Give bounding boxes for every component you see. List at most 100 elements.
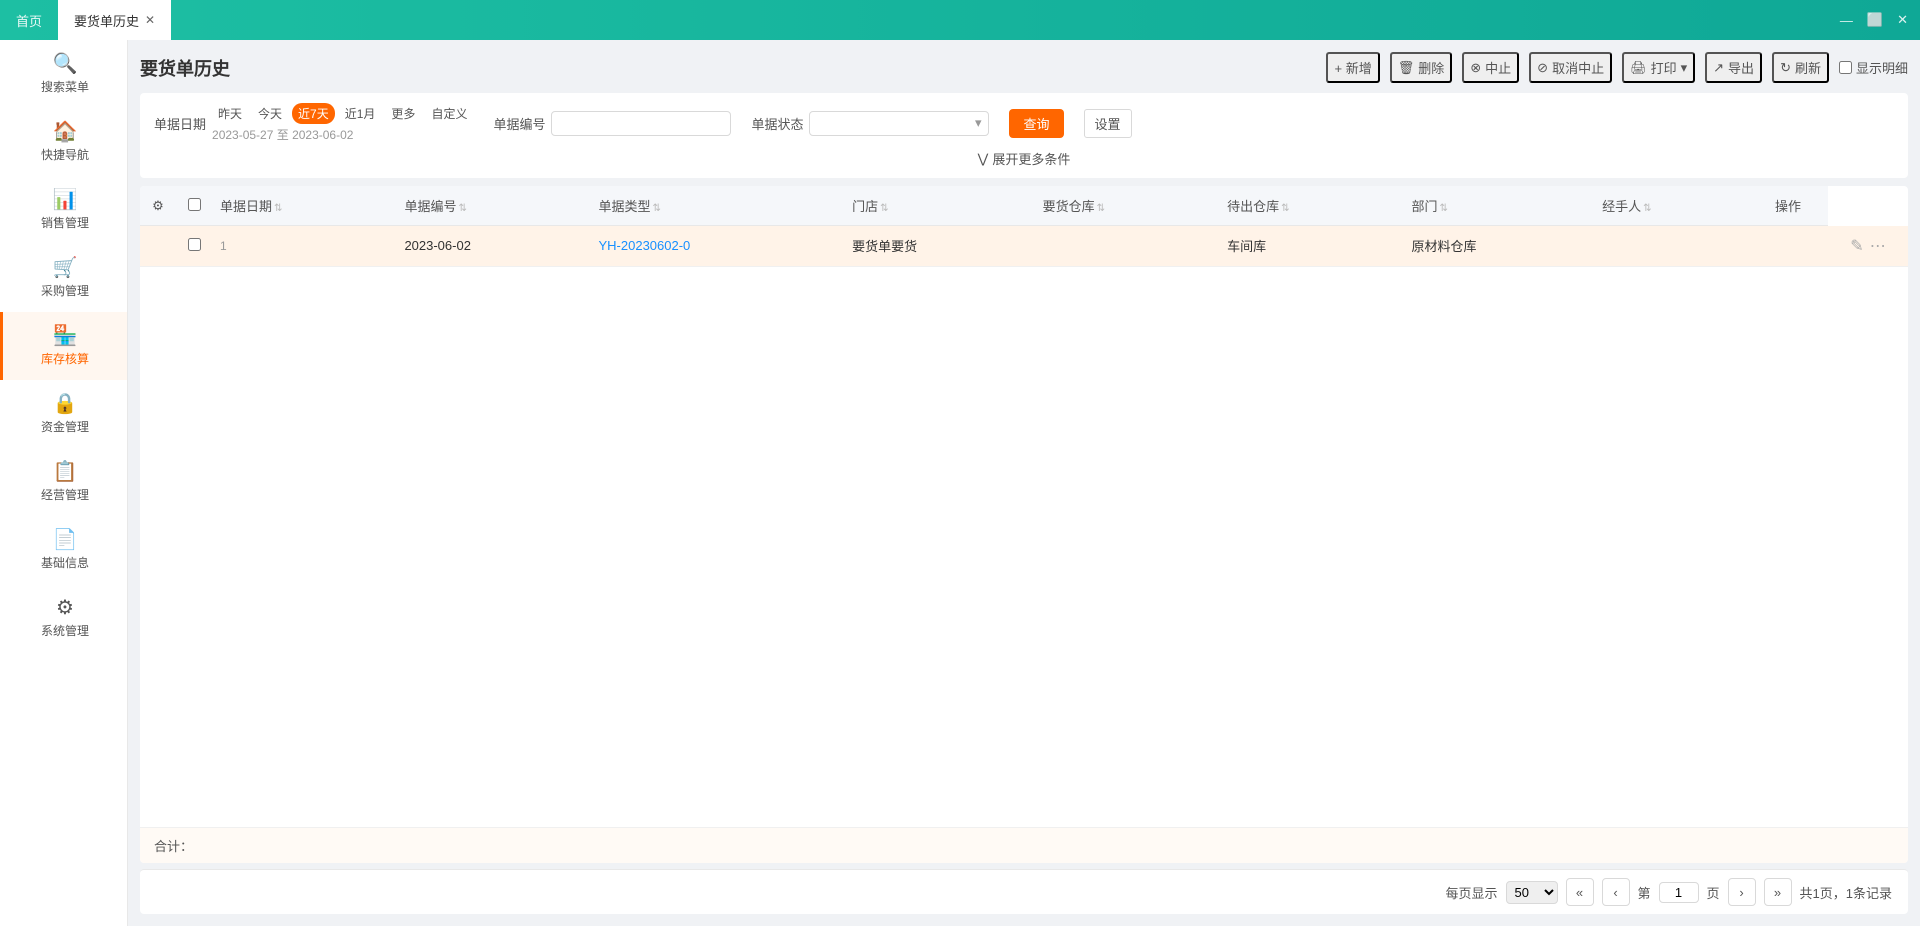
export-icon: ↗ — [1713, 60, 1724, 76]
sidebar-item-operation-label: 经营管理 — [41, 486, 89, 503]
row-doc-no[interactable]: YH-20230602-0 — [591, 226, 845, 267]
tab-close-icon[interactable]: ✕ — [145, 13, 155, 27]
col-doc-no[interactable]: 单据编号⇅ — [396, 186, 590, 226]
col-pending-warehouse[interactable]: 待出仓库⇅ — [1219, 186, 1403, 226]
sidebar-item-basic-label: 基础信息 — [41, 554, 89, 571]
display-detail-checkbox-input[interactable] — [1839, 61, 1852, 74]
doc-status-filter: 单据状态 — [751, 111, 989, 136]
row-department — [1594, 226, 1748, 267]
footer-total-label: 合计： — [154, 839, 193, 854]
col-store[interactable]: 门店⇅ — [844, 186, 1035, 226]
date-range-text: 2023-05-27 至 2023-06-02 — [212, 126, 473, 143]
col-doc-date[interactable]: 单据日期⇅ — [212, 186, 396, 226]
query-button[interactable]: 查询 — [1009, 109, 1063, 138]
tab-home[interactable]: 首页 — [0, 0, 58, 40]
sidebar-item-system[interactable]: ⚙ 系统管理 — [0, 584, 127, 652]
settings-button[interactable]: 设置 — [1084, 109, 1132, 138]
sidebar-item-basic[interactable]: 📄 基础信息 — [0, 516, 127, 584]
last-page-btn[interactable]: » — [1764, 878, 1792, 906]
col-doc-type[interactable]: 单据类型⇅ — [591, 186, 845, 226]
row-store — [1035, 226, 1219, 267]
system-icon: ⚙ — [56, 598, 74, 618]
sidebar-item-finance-label: 资金管理 — [41, 418, 89, 435]
per-page-select[interactable]: 20 50 100 — [1506, 881, 1558, 904]
inventory-icon: 🏪 — [53, 326, 78, 346]
doc-no-filter: 单据编号 — [493, 111, 731, 136]
window-maximize[interactable]: ⬜ — [1867, 12, 1883, 28]
row-edit-icon[interactable]: ✎ — [1850, 236, 1863, 256]
stop-button[interactable]: ⊗ 中止 — [1462, 52, 1519, 83]
window-minimize[interactable]: — — [1840, 13, 1853, 28]
new-button[interactable]: + 新增 — [1326, 52, 1379, 83]
cancel-stop-icon: ⊘ — [1537, 60, 1548, 76]
page-header: 要货单历史 + 新增 🗑 删除 ⊗ 中止 ⊘ 取消中止 🖨 打印 — [140, 52, 1908, 83]
content-area: 要货单历史 + 新增 🗑 删除 ⊗ 中止 ⊘ 取消中止 🖨 打印 — [128, 40, 1920, 926]
row-actions: ✎ ⋯ — [1828, 226, 1908, 267]
print-dropdown-icon: ▾ — [1681, 60, 1688, 76]
page-input[interactable] — [1659, 882, 1699, 903]
pagination-bar: 每页显示 20 50 100 « ‹ 第 页 › » 共1页，1条记录 — [140, 869, 1908, 914]
cancel-stop-button[interactable]: ⊘ 取消中止 — [1529, 52, 1612, 83]
sidebar-item-inventory[interactable]: 🏪 库存核算 — [0, 312, 127, 380]
sidebar-item-operation[interactable]: 📋 经营管理 — [0, 448, 127, 516]
row-checkbox[interactable] — [188, 238, 201, 251]
col-req-warehouse[interactable]: 要货仓库⇅ — [1035, 186, 1219, 226]
finance-icon: 🔒 — [53, 394, 78, 414]
row-checkbox-cell[interactable] — [176, 226, 212, 267]
prev-page-btn[interactable]: ‹ — [1602, 878, 1630, 906]
row-doc-type: 要货单要货 — [844, 226, 1035, 267]
first-page-btn[interactable]: « — [1566, 878, 1594, 906]
display-detail-toggle[interactable]: 显示明细 — [1839, 58, 1908, 77]
date-btn-7days[interactable]: 近7天 — [292, 103, 335, 124]
main-layout: 🔍 搜索菜单 🏠 快捷导航 📊 销售管理 🛒 采购管理 🏪 库存核算 🔒 资金管… — [0, 40, 1920, 926]
col-handler[interactable]: 经手人⇅ — [1594, 186, 1748, 226]
doc-no-label: 单据编号 — [493, 114, 545, 133]
sidebar-item-purchase-label: 采购管理 — [41, 282, 89, 299]
sidebar-item-sales-label: 销售管理 — [41, 214, 89, 231]
sales-icon: 📊 — [53, 190, 78, 210]
date-btn-custom[interactable]: 自定义 — [425, 103, 473, 124]
doc-status-select[interactable] — [809, 111, 989, 136]
window-close[interactable]: ✕ — [1897, 12, 1908, 28]
sidebar-item-system-label: 系统管理 — [41, 622, 89, 639]
date-btn-yesterday[interactable]: 昨天 — [212, 103, 248, 124]
refresh-button[interactable]: ↻ 刷新 — [1772, 52, 1829, 83]
date-btn-more[interactable]: 更多 — [385, 103, 421, 124]
tab-requisition-history[interactable]: 要货单历史 ✕ — [58, 0, 171, 40]
delete-button[interactable]: 🗑 删除 — [1390, 52, 1453, 83]
sidebar-item-finance[interactable]: 🔒 资金管理 — [0, 380, 127, 448]
sidebar-item-purchase[interactable]: 🛒 采购管理 — [0, 244, 127, 312]
col-checkbox[interactable] — [176, 186, 212, 226]
table-wrapper: ⚙ 单据日期⇅ 单据编号⇅ 单据类型⇅ — [140, 186, 1908, 827]
row-no: 1 — [212, 226, 396, 267]
print-button[interactable]: 🖨 打印 ▾ — [1622, 52, 1695, 83]
sidebar-item-search[interactable]: 🔍 搜索菜单 — [0, 40, 127, 108]
col-settings[interactable]: ⚙ — [140, 186, 176, 226]
row-pending-warehouse: 原材料仓库 — [1404, 226, 1595, 267]
export-button[interactable]: ↗ 导出 — [1705, 52, 1762, 83]
date-btn-today[interactable]: 今天 — [252, 103, 288, 124]
tab-requisition-label: 要货单历史 — [74, 11, 139, 30]
expand-label: 展开更多条件 — [992, 149, 1070, 168]
next-page-btn[interactable]: › — [1728, 878, 1756, 906]
row-more-icon[interactable]: ⋯ — [1870, 236, 1886, 256]
doc-no-input[interactable] — [551, 111, 731, 136]
table-header-row: ⚙ 单据日期⇅ 单据编号⇅ 单据类型⇅ — [140, 186, 1908, 226]
doc-no-link[interactable]: YH-20230602-0 — [599, 238, 691, 253]
tab-home-label: 首页 — [16, 11, 42, 30]
table-section: ⚙ 单据日期⇅ 单据编号⇅ 单据类型⇅ — [140, 186, 1908, 863]
sidebar-item-quick-nav[interactable]: 🏠 快捷导航 — [0, 108, 127, 176]
select-all-checkbox[interactable] — [188, 198, 201, 211]
sidebar-item-sales[interactable]: 📊 销售管理 — [0, 176, 127, 244]
expand-icon: ⋁ — [978, 151, 989, 167]
display-detail-label: 显示明细 — [1856, 58, 1908, 77]
sidebar-item-search-label: 搜索菜单 — [41, 78, 89, 95]
basic-icon: 📄 — [53, 530, 78, 550]
expand-more[interactable]: ⋁ 展开更多条件 — [154, 149, 1894, 168]
date-btn-1month[interactable]: 近1月 — [339, 103, 382, 124]
total-info: 共1页，1条记录 — [1800, 883, 1892, 902]
table-row: 1 2023-06-02 YH-20230602-0 要货单要货 车间库 原材料… — [140, 226, 1908, 267]
row-req-warehouse: 车间库 — [1219, 226, 1403, 267]
col-department[interactable]: 部门⇅ — [1404, 186, 1595, 226]
tab-bar: 首页 要货单历史 ✕ — [0, 0, 1840, 40]
